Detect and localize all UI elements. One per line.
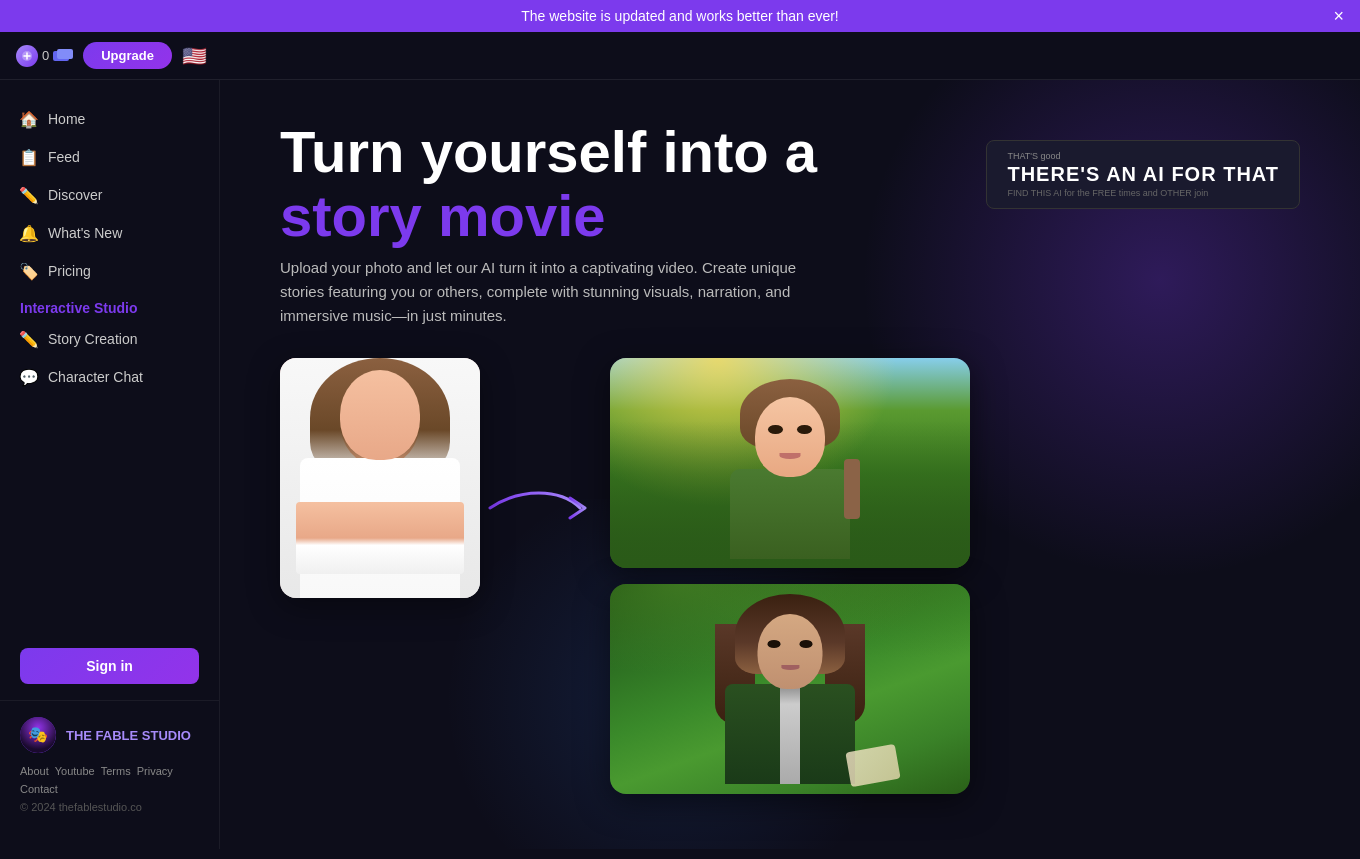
footer-link-about[interactable]: About — [20, 765, 49, 777]
sidebar-item-home[interactable]: 🏠 Home — [0, 100, 219, 138]
sidebar-footer: 🎭 THE FABLE STUDIO About Youtube Terms P… — [0, 700, 219, 829]
eye-left-b — [768, 640, 781, 648]
whats-new-icon: 🔔 — [20, 224, 38, 242]
footer-link-terms[interactable]: Terms — [101, 765, 131, 777]
character-chat-icon: 💬 — [20, 368, 38, 386]
feed-icon: 📋 — [20, 148, 38, 166]
eye-right-b — [799, 640, 812, 648]
discover-icon: ✏️ — [20, 186, 38, 204]
ai-badge[interactable]: THAT'S good THERE'S AN AI FOR THAT FIND … — [986, 140, 1300, 209]
sidebar-item-label: Feed — [48, 149, 80, 165]
sidebar-item-label: Character Chat — [48, 369, 143, 385]
sidebar-item-discover[interactable]: ✏️ Discover — [0, 176, 219, 214]
eye-right — [797, 425, 812, 435]
transform-arrow — [480, 478, 600, 538]
source-photo — [280, 358, 480, 598]
scene-forest-light — [610, 358, 970, 568]
interactive-studio-section: Interactive Studio — [0, 290, 219, 320]
sidebar-item-label: Story Creation — [48, 331, 137, 347]
svg-text:🎭: 🎭 — [28, 725, 48, 744]
footer-links: About Youtube Terms Privacy Contact — [20, 765, 199, 795]
sidebar-item-character-chat[interactable]: 💬 Character Chat — [0, 358, 219, 396]
main-layout: 🏠 Home 📋 Feed ✏️ Discover 🔔 What's New 🏷… — [0, 80, 1360, 849]
sidebar-item-feed[interactable]: 📋 Feed — [0, 138, 219, 176]
upgrade-button[interactable]: Upgrade — [83, 42, 172, 69]
sidebar-item-story-creation[interactable]: ✏️ Story Creation — [0, 320, 219, 358]
credit-icon — [16, 45, 38, 67]
copyright: © 2024 thefablestudio.co — [20, 801, 199, 813]
notification-banner: The website is updated and works better … — [0, 0, 1360, 32]
hero-title-accent: story movie — [280, 183, 606, 248]
brand-name: THE FABLE STUDIO — [66, 728, 191, 743]
svg-rect-2 — [57, 49, 73, 59]
story-creation-icon: ✏️ — [20, 330, 38, 348]
result-images — [610, 358, 970, 794]
mouth — [780, 453, 801, 459]
sidebar-item-whats-new[interactable]: 🔔 What's New — [0, 214, 219, 252]
brand-avatar: 🎭 — [20, 717, 56, 753]
arms-decoration — [296, 502, 464, 574]
hero-description: Upload your photo and let our AI turn it… — [280, 256, 800, 328]
face-bottom — [758, 614, 823, 689]
scene-forest-dark — [610, 584, 970, 794]
ai-badge-pre: THAT'S good — [1007, 151, 1060, 161]
banner-close-button[interactable]: × — [1333, 6, 1344, 27]
jacket-top — [730, 469, 850, 559]
map-prop — [845, 744, 900, 787]
sidebar-item-label: Pricing — [48, 263, 91, 279]
credit-badge: 0 — [16, 45, 73, 67]
footer-link-contact[interactable]: Contact — [20, 783, 58, 795]
language-selector[interactable]: 🇺🇸 — [182, 44, 207, 68]
coat-bottom — [725, 684, 855, 784]
sidebar-item-label: What's New — [48, 225, 122, 241]
banner-message: The website is updated and works better … — [521, 8, 839, 24]
face-top — [755, 397, 825, 477]
footer-link-youtube[interactable]: Youtube — [55, 765, 95, 777]
backpack-strap — [844, 459, 860, 519]
sidebar: 🏠 Home 📋 Feed ✏️ Discover 🔔 What's New 🏷… — [0, 80, 220, 849]
result-image-bottom — [610, 584, 970, 794]
eye-left — [768, 425, 783, 435]
result-image-top — [610, 358, 970, 568]
sidebar-item-pricing[interactable]: 🏷️ Pricing — [0, 252, 219, 290]
credit-count: 0 — [42, 48, 49, 63]
sidebar-item-label: Home — [48, 111, 85, 127]
footer-link-privacy[interactable]: Privacy — [137, 765, 173, 777]
sign-in-button[interactable]: Sign in — [20, 648, 199, 684]
cards-icon — [53, 49, 73, 63]
face-decoration — [340, 370, 420, 460]
sidebar-item-label: Discover — [48, 187, 102, 203]
coat-shirt-visible — [780, 684, 800, 784]
photo-woman-simulation — [280, 358, 480, 598]
mouth-b — [781, 665, 799, 670]
main-content: THAT'S good THERE'S AN AI FOR THAT FIND … — [220, 80, 1360, 849]
home-icon: 🏠 — [20, 110, 38, 128]
pricing-icon: 🏷️ — [20, 262, 38, 280]
header: 0 Upgrade 🇺🇸 — [0, 32, 1360, 80]
ai-badge-sub: FIND THIS AI for the FREE times and OTHE… — [1007, 188, 1208, 198]
images-section — [280, 358, 1320, 794]
ai-badge-text: THERE'S AN AI FOR THAT — [1007, 163, 1279, 186]
brand-row: 🎭 THE FABLE STUDIO — [20, 717, 199, 753]
sidebar-nav: 🏠 Home 📋 Feed ✏️ Discover 🔔 What's New 🏷… — [0, 100, 219, 632]
character-top — [710, 379, 870, 559]
